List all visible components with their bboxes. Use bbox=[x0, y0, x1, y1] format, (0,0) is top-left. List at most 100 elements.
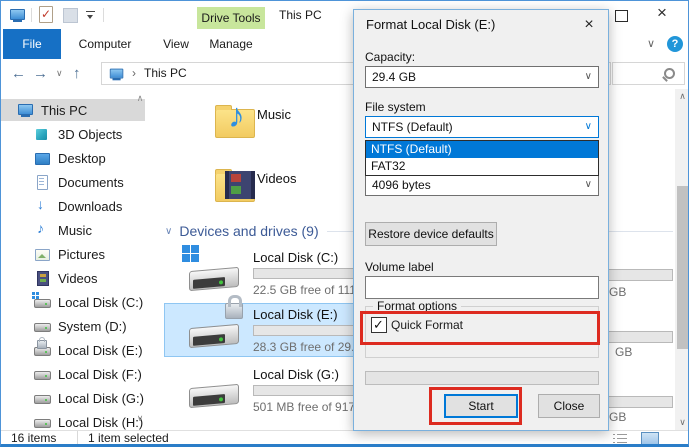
file-system-label: File system bbox=[365, 100, 426, 114]
customize-toolbar-caret-icon[interactable] bbox=[86, 11, 95, 19]
scrollbar-thumb[interactable] bbox=[677, 186, 688, 349]
search-icon[interactable] bbox=[664, 68, 675, 79]
drive-led bbox=[219, 337, 223, 342]
close-window-button[interactable]: × bbox=[652, 3, 672, 23]
forward-icon[interactable]: → bbox=[33, 59, 48, 88]
drive-tools-contextual-tab[interactable]: Drive Tools bbox=[197, 7, 265, 29]
sidebar-item-desktop[interactable]: Desktop bbox=[1, 147, 153, 169]
sidebar-item-pictures[interactable]: Pictures bbox=[1, 243, 153, 265]
details-view-icon[interactable] bbox=[613, 433, 628, 444]
help-icon[interactable]: ? bbox=[667, 36, 683, 52]
lock-icon bbox=[225, 295, 243, 319]
cube-icon bbox=[34, 126, 52, 142]
picture-icon bbox=[34, 246, 52, 262]
breadcrumb-separator-icon: › bbox=[132, 66, 136, 80]
drive-led bbox=[219, 280, 223, 285]
lock-icon bbox=[37, 337, 47, 349]
maximize-button[interactable] bbox=[615, 10, 628, 22]
tab-computer[interactable]: Computer bbox=[67, 29, 143, 59]
folder-icon bbox=[215, 169, 255, 202]
folder-name: Videos bbox=[257, 171, 297, 186]
scroll-down-icon[interactable]: ∨ bbox=[133, 413, 147, 424]
sidebar-item-music[interactable]: Music bbox=[1, 219, 153, 241]
window-title: This PC bbox=[279, 8, 322, 22]
sidebar-item-3d-objects[interactable]: 3D Objects bbox=[1, 123, 153, 145]
chevron-down-icon[interactable]: ∨ bbox=[165, 226, 172, 237]
windows-flag-icon bbox=[182, 245, 200, 263]
sidebar-item-label: Pictures bbox=[58, 246, 105, 262]
file-system-select[interactable]: NTFS (Default) ∨ bbox=[365, 116, 599, 138]
volume-label-input[interactable] bbox=[365, 276, 599, 299]
drive-led bbox=[219, 397, 223, 402]
capacity-label: Capacity: bbox=[365, 50, 416, 64]
drive-icon bbox=[182, 245, 245, 295]
drive-caption-fragment: GB bbox=[615, 345, 633, 359]
capacity-select[interactable]: 29.4 GB ∨ bbox=[365, 66, 599, 88]
large-icons-view-icon[interactable] bbox=[641, 432, 659, 444]
divider bbox=[31, 8, 32, 22]
sidebar-item-label: This PC bbox=[41, 102, 88, 118]
sidebar-item-local-disk-f[interactable]: Local Disk (F:) bbox=[1, 363, 153, 385]
music-note-icon bbox=[34, 220, 52, 238]
sidebar-item-local-disk-g[interactable]: Local Disk (G:) bbox=[1, 387, 153, 409]
dropdown-option-ntfs[interactable]: NTFS (Default) bbox=[366, 141, 598, 158]
sidebar-item-documents[interactable]: Documents bbox=[1, 171, 153, 193]
file-system-value: NTFS (Default) bbox=[372, 120, 453, 134]
divider bbox=[103, 8, 104, 22]
sidebar-item-downloads[interactable]: Downloads bbox=[1, 195, 153, 217]
drive-icon bbox=[34, 337, 52, 358]
up-icon[interactable]: ↑ bbox=[73, 59, 81, 88]
breadcrumb-location[interactable]: This PC bbox=[144, 63, 187, 84]
dropdown-option-fat32[interactable]: FAT32 bbox=[366, 158, 598, 175]
scroll-up-icon[interactable]: ∧ bbox=[675, 91, 688, 102]
this-pc-icon bbox=[109, 67, 125, 81]
sidebar-item-label: Music bbox=[58, 222, 92, 238]
format-options-group bbox=[365, 306, 599, 358]
restore-defaults-button[interactable]: Restore device defaults bbox=[365, 222, 497, 246]
properties-icon[interactable] bbox=[39, 6, 53, 23]
collapse-ribbon-icon[interactable]: ∨ bbox=[647, 29, 655, 59]
music-note-icon bbox=[228, 97, 245, 136]
vertical-scrollbar[interactable]: ∧ ∨ bbox=[675, 89, 688, 430]
format-progress-bar bbox=[365, 371, 599, 385]
start-button[interactable]: Start bbox=[444, 394, 518, 418]
volume-label-label: Volume label bbox=[365, 260, 434, 274]
download-arrow-icon bbox=[34, 196, 52, 214]
back-icon[interactable]: ← bbox=[11, 59, 26, 88]
sidebar-item-local-disk-e[interactable]: Local Disk (E:) bbox=[1, 337, 153, 361]
close-button[interactable]: Close bbox=[538, 394, 600, 418]
sidebar-item-system-d[interactable]: System (D:) bbox=[1, 315, 153, 337]
new-folder-icon[interactable] bbox=[63, 8, 78, 23]
drive-icon bbox=[185, 376, 245, 412]
group-header-label: Devices and drives (9) bbox=[179, 223, 319, 239]
explorer-window: Drive Tools This PC × File Computer View… bbox=[0, 0, 689, 447]
scroll-up-icon[interactable]: ∧ bbox=[133, 93, 147, 104]
drive-caption-fragment: GB bbox=[609, 410, 627, 424]
folder-name: Music bbox=[257, 107, 291, 122]
quick-format-checkbox[interactable] bbox=[371, 317, 387, 333]
tab-view[interactable]: View bbox=[151, 29, 201, 59]
drive-icon bbox=[34, 318, 52, 334]
drive-name: Local Disk (C:) bbox=[253, 250, 339, 265]
sidebar-item-label: Local Disk (G:) bbox=[58, 390, 144, 406]
tab-manage[interactable]: Manage bbox=[199, 29, 263, 59]
folder-icon bbox=[215, 105, 255, 138]
sidebar-item-local-disk-h[interactable]: Local Disk (H:) bbox=[1, 411, 153, 430]
sidebar-item-videos[interactable]: Videos bbox=[1, 267, 153, 289]
app-icon bbox=[9, 7, 27, 23]
allocation-unit-select[interactable]: 4096 bytes ∨ bbox=[365, 174, 599, 196]
sidebar-item-label: Downloads bbox=[58, 198, 123, 214]
document-icon bbox=[34, 174, 52, 190]
scroll-down-icon[interactable]: ∨ bbox=[675, 417, 688, 428]
dialog-title: Format Local Disk (E:) bbox=[366, 17, 496, 32]
file-system-dropdown-list: NTFS (Default) FAT32 bbox=[365, 140, 599, 176]
chevron-down-icon: ∨ bbox=[584, 179, 592, 190]
format-dialog: Format Local Disk (E:) × Capacity: 29.4 … bbox=[353, 9, 609, 431]
tab-file[interactable]: File bbox=[3, 29, 61, 59]
sidebar-item-local-disk-c[interactable]: Local Disk (C:) bbox=[1, 291, 153, 313]
sidebar-item-this-pc[interactable]: This PC bbox=[1, 99, 145, 121]
close-dialog-icon[interactable]: × bbox=[578, 14, 600, 36]
recent-locations-caret-icon[interactable]: ∨ bbox=[56, 59, 63, 88]
search-input[interactable] bbox=[612, 62, 685, 85]
film-icon bbox=[34, 270, 52, 286]
